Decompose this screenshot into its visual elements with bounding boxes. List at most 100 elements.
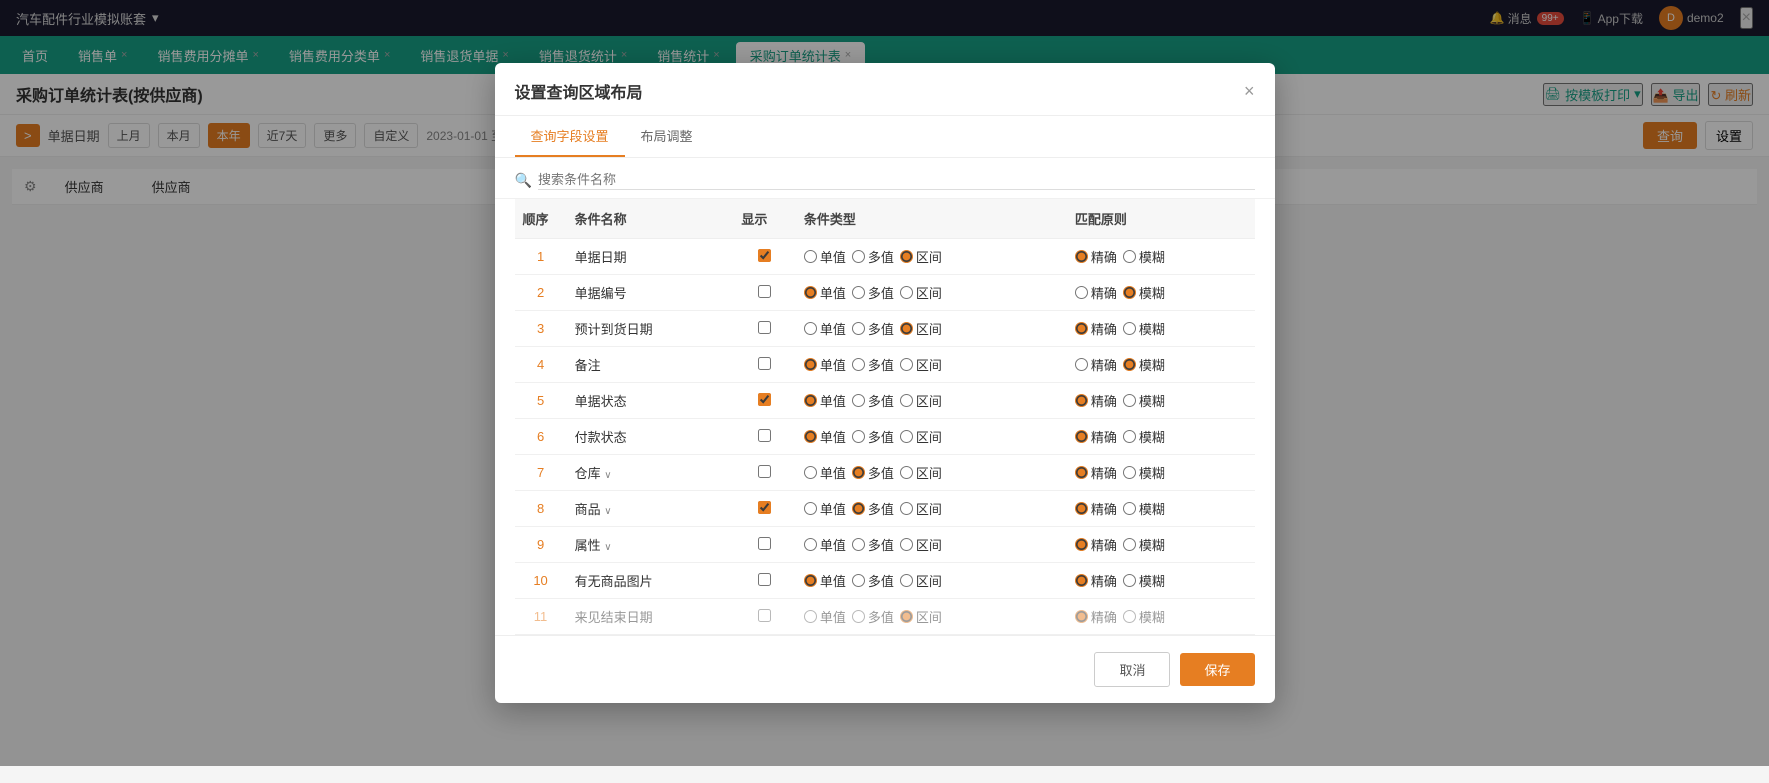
row-display[interactable] [733, 239, 796, 275]
type-multi-radio[interactable]: 多值 [852, 283, 894, 302]
match-exact-radio[interactable]: 精确 [1075, 247, 1117, 266]
display-checkbox[interactable] [758, 393, 771, 406]
type-multi-radio[interactable]: 多值 [852, 571, 894, 590]
match-fuzzy-radio[interactable]: 模糊 [1123, 607, 1165, 626]
table-row: 8商品 ∨单值多值区间精确模糊 [515, 491, 1255, 527]
type-single-radio[interactable]: 单值 [804, 247, 846, 266]
row-display[interactable] [733, 455, 796, 491]
display-checkbox[interactable] [758, 573, 771, 586]
type-range-radio[interactable]: 区间 [900, 427, 942, 446]
match-exact-radio[interactable]: 精确 [1075, 571, 1117, 590]
type-multi-radio[interactable]: 多值 [852, 319, 894, 338]
type-single-radio[interactable]: 单值 [804, 607, 846, 626]
modal-table-wrap: 顺序 条件名称 显示 条件类型 匹配原则 1单据日期单值多值区间精确模糊2单据编… [495, 199, 1275, 635]
type-range-radio[interactable]: 区间 [900, 283, 942, 302]
match-exact-radio[interactable]: 精确 [1075, 355, 1117, 374]
display-checkbox[interactable] [758, 321, 771, 334]
match-exact-radio[interactable]: 精确 [1075, 535, 1117, 554]
type-multi-radio[interactable]: 多值 [852, 607, 894, 626]
type-single-radio[interactable]: 单值 [804, 355, 846, 374]
modal-tab-layout[interactable]: 布局调整 [625, 116, 709, 157]
row-seq: 2 [515, 275, 567, 311]
row-display[interactable] [733, 419, 796, 455]
row-display[interactable] [733, 347, 796, 383]
display-checkbox[interactable] [758, 285, 771, 298]
row-display[interactable] [733, 275, 796, 311]
row-match: 精确模糊 [1067, 563, 1255, 599]
modal-tab-query-fields[interactable]: 查询字段设置 [515, 116, 625, 157]
type-single-radio[interactable]: 单值 [804, 535, 846, 554]
row-seq: 4 [515, 347, 567, 383]
modal-tabs: 查询字段设置 布局调整 [495, 116, 1275, 158]
type-single-radio[interactable]: 单值 [804, 391, 846, 410]
match-exact-radio[interactable]: 精确 [1075, 427, 1117, 446]
match-fuzzy-radio[interactable]: 模糊 [1123, 319, 1165, 338]
save-button[interactable]: 保存 [1180, 653, 1254, 686]
modal-header: 设置查询区域布局 × [495, 63, 1275, 116]
type-range-radio[interactable]: 区间 [900, 463, 942, 482]
match-fuzzy-radio[interactable]: 模糊 [1123, 571, 1165, 590]
modal-close-button[interactable]: × [1244, 81, 1255, 102]
type-single-radio[interactable]: 单值 [804, 571, 846, 590]
row-display[interactable] [733, 491, 796, 527]
type-range-radio[interactable]: 区间 [900, 607, 942, 626]
match-fuzzy-radio[interactable]: 模糊 [1123, 463, 1165, 482]
match-fuzzy-radio[interactable]: 模糊 [1123, 355, 1165, 374]
match-exact-radio[interactable]: 精确 [1075, 499, 1117, 518]
type-single-radio[interactable]: 单值 [804, 463, 846, 482]
row-display[interactable] [733, 311, 796, 347]
type-range-radio[interactable]: 区间 [900, 535, 942, 554]
display-checkbox[interactable] [758, 357, 771, 370]
display-checkbox[interactable] [758, 429, 771, 442]
row-display[interactable] [733, 383, 796, 419]
type-multi-radio[interactable]: 多值 [852, 391, 894, 410]
cancel-button[interactable]: 取消 [1094, 652, 1170, 687]
row-name: 商品 ∨ [567, 491, 734, 527]
match-exact-radio[interactable]: 精确 [1075, 283, 1117, 302]
match-fuzzy-radio[interactable]: 模糊 [1123, 535, 1165, 554]
row-display[interactable] [733, 599, 796, 635]
type-multi-radio[interactable]: 多值 [852, 535, 894, 554]
type-range-radio[interactable]: 区间 [900, 499, 942, 518]
type-range-radio[interactable]: 区间 [900, 247, 942, 266]
display-checkbox[interactable] [758, 609, 771, 622]
row-display[interactable] [733, 563, 796, 599]
type-single-radio[interactable]: 单值 [804, 427, 846, 446]
type-multi-radio[interactable]: 多值 [852, 247, 894, 266]
match-exact-radio[interactable]: 精确 [1075, 319, 1117, 338]
type-range-radio[interactable]: 区间 [900, 571, 942, 590]
match-exact-radio[interactable]: 精确 [1075, 391, 1117, 410]
match-fuzzy-radio[interactable]: 模糊 [1123, 391, 1165, 410]
type-range-radio[interactable]: 区间 [900, 391, 942, 410]
row-seq: 6 [515, 419, 567, 455]
type-multi-radio[interactable]: 多值 [852, 355, 894, 374]
type-range-radio[interactable]: 区间 [900, 319, 942, 338]
col-header-display: 显示 [733, 199, 796, 239]
match-fuzzy-radio[interactable]: 模糊 [1123, 427, 1165, 446]
type-single-radio[interactable]: 单值 [804, 319, 846, 338]
type-multi-radio[interactable]: 多值 [852, 499, 894, 518]
type-multi-radio[interactable]: 多值 [852, 463, 894, 482]
display-checkbox[interactable] [758, 537, 771, 550]
type-single-radio[interactable]: 单值 [804, 499, 846, 518]
row-match: 精确模糊 [1067, 275, 1255, 311]
display-checkbox[interactable] [758, 501, 771, 514]
match-exact-radio[interactable]: 精确 [1075, 607, 1117, 626]
row-match: 精确模糊 [1067, 311, 1255, 347]
type-single-radio[interactable]: 单值 [804, 283, 846, 302]
type-multi-radio[interactable]: 多值 [852, 427, 894, 446]
modal-search-input[interactable] [538, 170, 1255, 190]
row-display[interactable] [733, 527, 796, 563]
match-fuzzy-radio[interactable]: 模糊 [1123, 247, 1165, 266]
row-type: 单值多值区间 [796, 239, 1067, 275]
display-checkbox[interactable] [758, 249, 771, 262]
row-seq: 9 [515, 527, 567, 563]
modal-search-area: 🔍 [495, 158, 1275, 199]
type-range-radio[interactable]: 区间 [900, 355, 942, 374]
table-row: 11来见结束日期单值多值区间精确模糊 [515, 599, 1255, 635]
display-checkbox[interactable] [758, 465, 771, 478]
match-fuzzy-radio[interactable]: 模糊 [1123, 283, 1165, 302]
match-exact-radio[interactable]: 精确 [1075, 463, 1117, 482]
match-fuzzy-radio[interactable]: 模糊 [1123, 499, 1165, 518]
table-row: 5单据状态单值多值区间精确模糊 [515, 383, 1255, 419]
